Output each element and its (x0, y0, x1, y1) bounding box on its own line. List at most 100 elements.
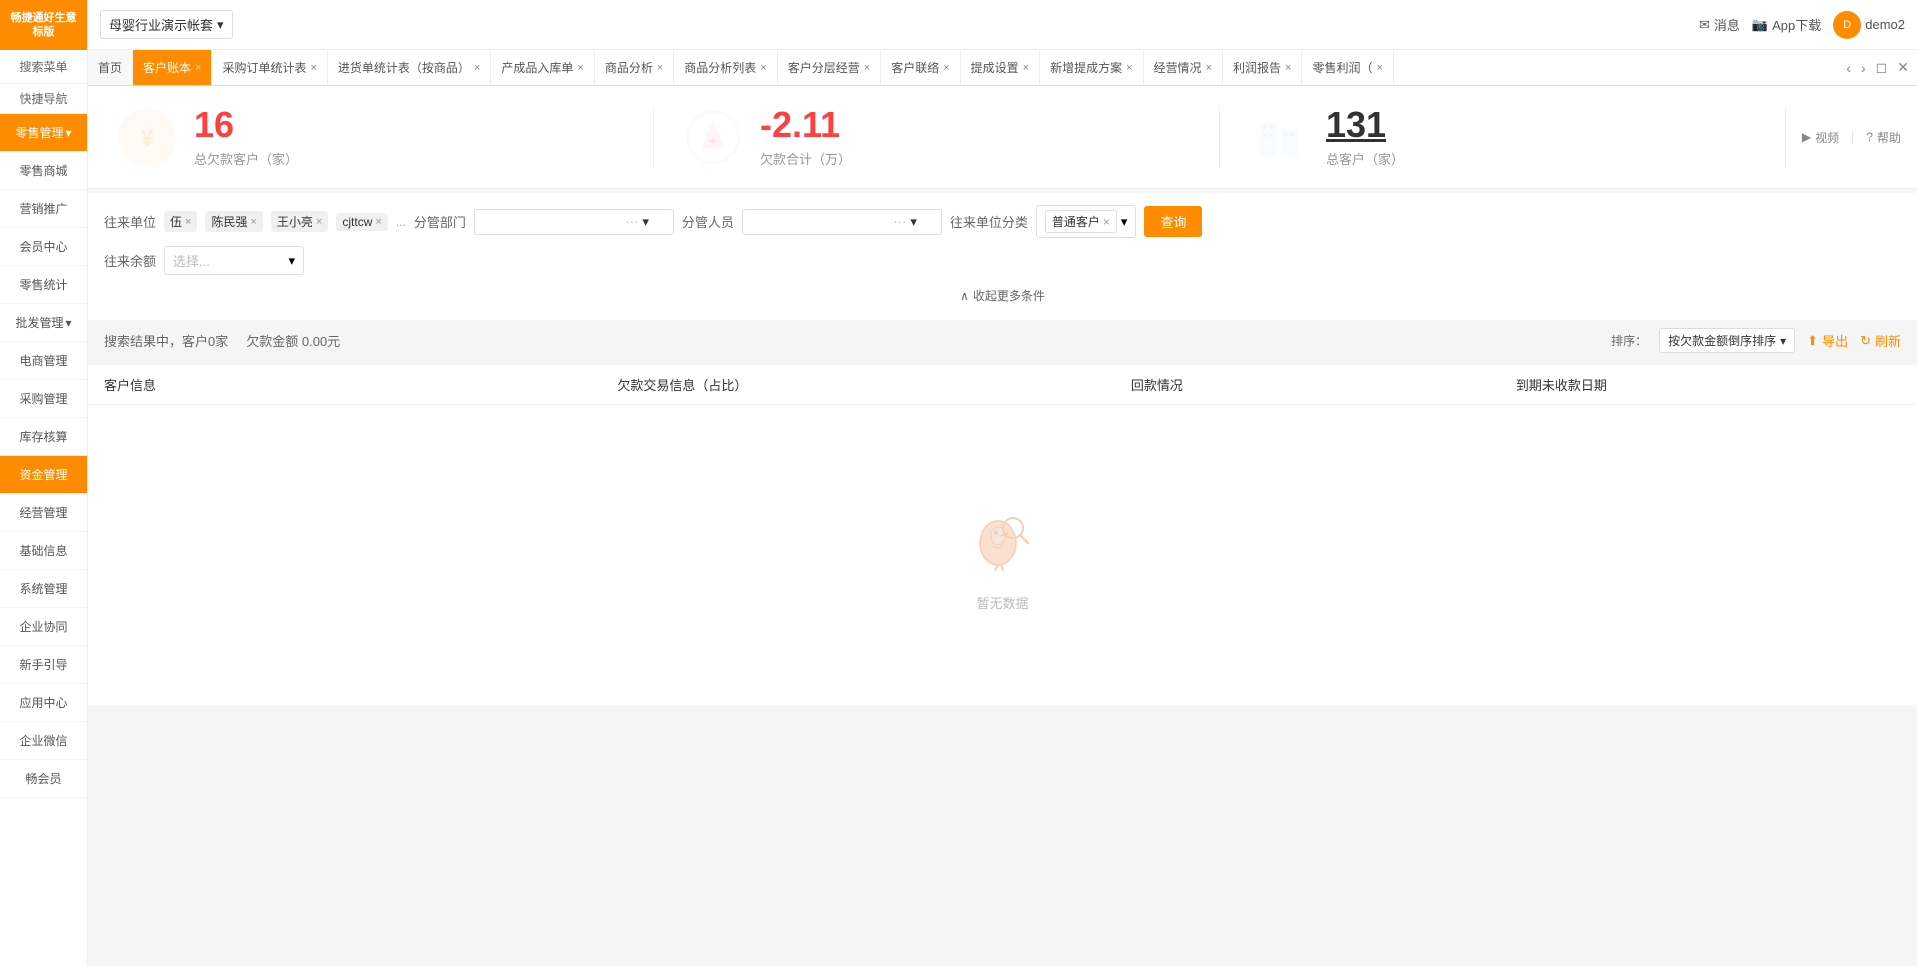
refresh-label: 刷新 (1875, 331, 1901, 350)
manager-selector[interactable]: ··· ▾ (742, 209, 942, 235)
topbar-left: 母婴行业演示帐套 ▾ (100, 10, 233, 39)
sidebar-item-operation-mgmt[interactable]: 经营管理 (0, 494, 87, 532)
sidebar-item-member-center[interactable]: 会员中心 (0, 228, 87, 266)
sort-selector[interactable]: 按欠款金额倒序排序 ▾ (1659, 328, 1795, 353)
tab-product-analysis-list[interactable]: 商品分析列表 × (674, 50, 777, 86)
unit-filter-label: 往来单位 (104, 212, 156, 231)
export-btn[interactable]: ⬆ 导出 (1807, 331, 1848, 350)
manager-selector-dots: ··· (893, 214, 906, 229)
tab-purchase-stats-by-product-label: 进货单统计表（按商品） (338, 59, 470, 76)
tab-product-analysis[interactable]: 商品分析 × (595, 50, 674, 86)
balance-selector[interactable]: 选择... ▾ (164, 246, 304, 275)
help-btn[interactable]: ? 帮助 (1866, 129, 1901, 146)
tab-production-inbound[interactable]: 产成品入库单 × (491, 50, 594, 86)
tab-promotion-settings-label: 提成设置 (971, 59, 1019, 76)
unit-tag-wu-remove[interactable]: × (185, 216, 191, 228)
sidebar-item-ecommerce-mgmt[interactable]: 电商管理 (0, 342, 87, 380)
sidebar-item-enterprise-wechat[interactable]: 企业微信 (0, 722, 87, 760)
stat-total-customers-label: 总客户（家） (1326, 149, 1404, 168)
filter-area: 往来单位 伍 × 陈民强 × 王小亮 × cjttcw × ... (88, 193, 1917, 320)
tab-purchase-stats-by-product-close[interactable]: × (474, 62, 480, 74)
tab-add-promotion-plan-close[interactable]: × (1126, 62, 1132, 74)
tab-profit-report-close[interactable]: × (1285, 62, 1291, 74)
account-selector[interactable]: 母婴行业演示帐套 ▾ (100, 10, 233, 39)
sidebar-item-retail-mgmt[interactable]: 零售管理 ▾ (0, 114, 87, 152)
tab-close-all-icon[interactable]: ✕ (1893, 57, 1913, 78)
tab-customer-segment[interactable]: 客户分层经营 × (778, 50, 881, 86)
sidebar-item-new-guide[interactable]: 新手引导 (0, 646, 87, 684)
tabbar: 首页 客户账本 × 采购订单统计表 × 进货单统计表（按商品） × 产成品入库单… (88, 50, 1917, 86)
sidebar-item-quick-nav[interactable]: 快捷导航 (0, 84, 87, 114)
result-bar: 搜索结果中，客户0家 欠款金额 0.00元 排序： 按欠款金额倒序排序 ▾ ⬆ … (88, 320, 1917, 361)
collapse-button[interactable]: ∧ 收起更多条件 (104, 283, 1901, 308)
tab-business-situation-close[interactable]: × (1206, 62, 1212, 74)
sidebar-item-retail-stats[interactable]: 零售统计 (0, 266, 87, 304)
tab-retail-profit-close[interactable]: × (1376, 62, 1382, 74)
customer-type-value: 普通客户 × (1045, 210, 1117, 233)
sidebar-item-purchase-mgmt[interactable]: 采购管理 (0, 380, 87, 418)
sidebar: 畅捷通好生意 标版 搜索菜单 快捷导航 零售管理 ▾ 零售商城 营销推广 会员中… (0, 0, 88, 966)
refresh-icon: ↻ (1860, 333, 1871, 349)
sidebar-item-search[interactable]: 搜索菜单 (0, 50, 87, 84)
query-button[interactable]: 查询 (1144, 206, 1202, 237)
tab-profit-report[interactable]: 利润报告 × (1223, 50, 1302, 86)
sidebar-item-basic-info[interactable]: 基础信息 (0, 532, 87, 570)
system-mgmt-label: 系统管理 (19, 582, 67, 596)
sidebar-item-app-center[interactable]: 应用中心 (0, 684, 87, 722)
unit-category-selector[interactable]: 普通客户 × ▾ (1036, 205, 1137, 238)
stat-total-debt-number: -2.11 (760, 107, 851, 143)
unit-tag-chen-remove[interactable]: × (250, 216, 256, 228)
tab-retail-profit[interactable]: 零售利润（ × (1302, 50, 1393, 86)
empty-text: 暂无数据 (976, 593, 1028, 612)
sidebar-item-finance-mgmt[interactable]: 资金管理 (0, 456, 87, 494)
unit-tag-cjttcw-remove[interactable]: × (375, 216, 381, 228)
tab-add-promotion-plan-label: 新增提成方案 (1050, 59, 1122, 76)
sidebar-item-marketing[interactable]: 营销推广 (0, 190, 87, 228)
refresh-btn[interactable]: ↻ 刷新 (1860, 331, 1901, 350)
tab-scroll-left-icon[interactable]: ‹ (1842, 58, 1855, 78)
tab-business-situation[interactable]: 经营情况 × (1144, 50, 1223, 86)
sidebar-item-retail-mall[interactable]: 零售商城 (0, 152, 87, 190)
tab-customer-segment-close[interactable]: × (864, 62, 870, 74)
tab-scroll-right-icon[interactable]: › (1857, 58, 1870, 78)
tab-promotion-settings[interactable]: 提成设置 × (961, 50, 1040, 86)
tab-production-inbound-label: 产成品入库单 (501, 59, 573, 76)
manager-filter-label: 分管人员 (682, 212, 734, 231)
sidebar-item-vip-member[interactable]: 畅会员 (0, 760, 87, 798)
customer-type-remove[interactable]: × (1103, 215, 1110, 229)
app-download-btn[interactable]: 📷 App下载 (1752, 15, 1821, 34)
tab-expand-icon[interactable]: ◻ (1872, 57, 1892, 78)
tab-purchase-order-stats[interactable]: 采购订单统计表 × (212, 50, 327, 86)
message-btn[interactable]: ✉ 消息 (1699, 15, 1740, 34)
unit-tag-wang-remove[interactable]: × (316, 216, 322, 228)
tab-product-analysis-list-close[interactable]: × (760, 62, 766, 74)
search-menu-label: 搜索菜单 (6, 58, 81, 75)
tab-customer-account[interactable]: 客户账本 × (133, 50, 212, 86)
sidebar-item-wholesale-mgmt[interactable]: 批发管理 ▾ (0, 304, 87, 342)
sidebar-item-inventory[interactable]: 库存核算 (0, 418, 87, 456)
tab-production-inbound-close[interactable]: × (577, 62, 583, 74)
tab-product-analysis-label: 商品分析 (605, 59, 653, 76)
more-unit-tags[interactable]: ... (396, 215, 406, 229)
tab-profit-report-label: 利润报告 (1233, 59, 1281, 76)
col-debt-info: 欠款交易信息（占比） (617, 375, 1130, 394)
stat-total-debtors-info: 16 总欠款客户（家） (194, 107, 298, 168)
result-bar-right: 排序： 按欠款金额倒序排序 ▾ ⬆ 导出 ↻ 刷新 (1611, 328, 1901, 353)
tab-promotion-settings-close[interactable]: × (1023, 62, 1029, 74)
tab-product-analysis-close[interactable]: × (657, 62, 663, 74)
tab-purchase-stats-by-product[interactable]: 进货单统计表（按商品） × (328, 50, 491, 86)
dept-selector[interactable]: ··· ▾ (474, 209, 674, 235)
tab-purchase-order-stats-close[interactable]: × (310, 62, 316, 74)
user-profile[interactable]: D demo2 (1833, 11, 1905, 39)
tab-customer-account-close[interactable]: × (195, 62, 201, 74)
tab-customer-contact[interactable]: 客户联络 × (881, 50, 960, 86)
unit-tag-cjttcw: cjttcw × (336, 213, 387, 231)
svg-text:¥: ¥ (140, 125, 154, 152)
basic-info-label: 基础信息 (19, 544, 67, 558)
tab-add-promotion-plan[interactable]: 新增提成方案 × (1040, 50, 1143, 86)
video-btn[interactable]: ▶ 视频 (1802, 129, 1839, 146)
sidebar-item-system-mgmt[interactable]: 系统管理 (0, 570, 87, 608)
tab-customer-contact-close[interactable]: × (943, 62, 949, 74)
tab-home[interactable]: 首页 (88, 50, 133, 86)
sidebar-item-enterprise-collab[interactable]: 企业协同 (0, 608, 87, 646)
